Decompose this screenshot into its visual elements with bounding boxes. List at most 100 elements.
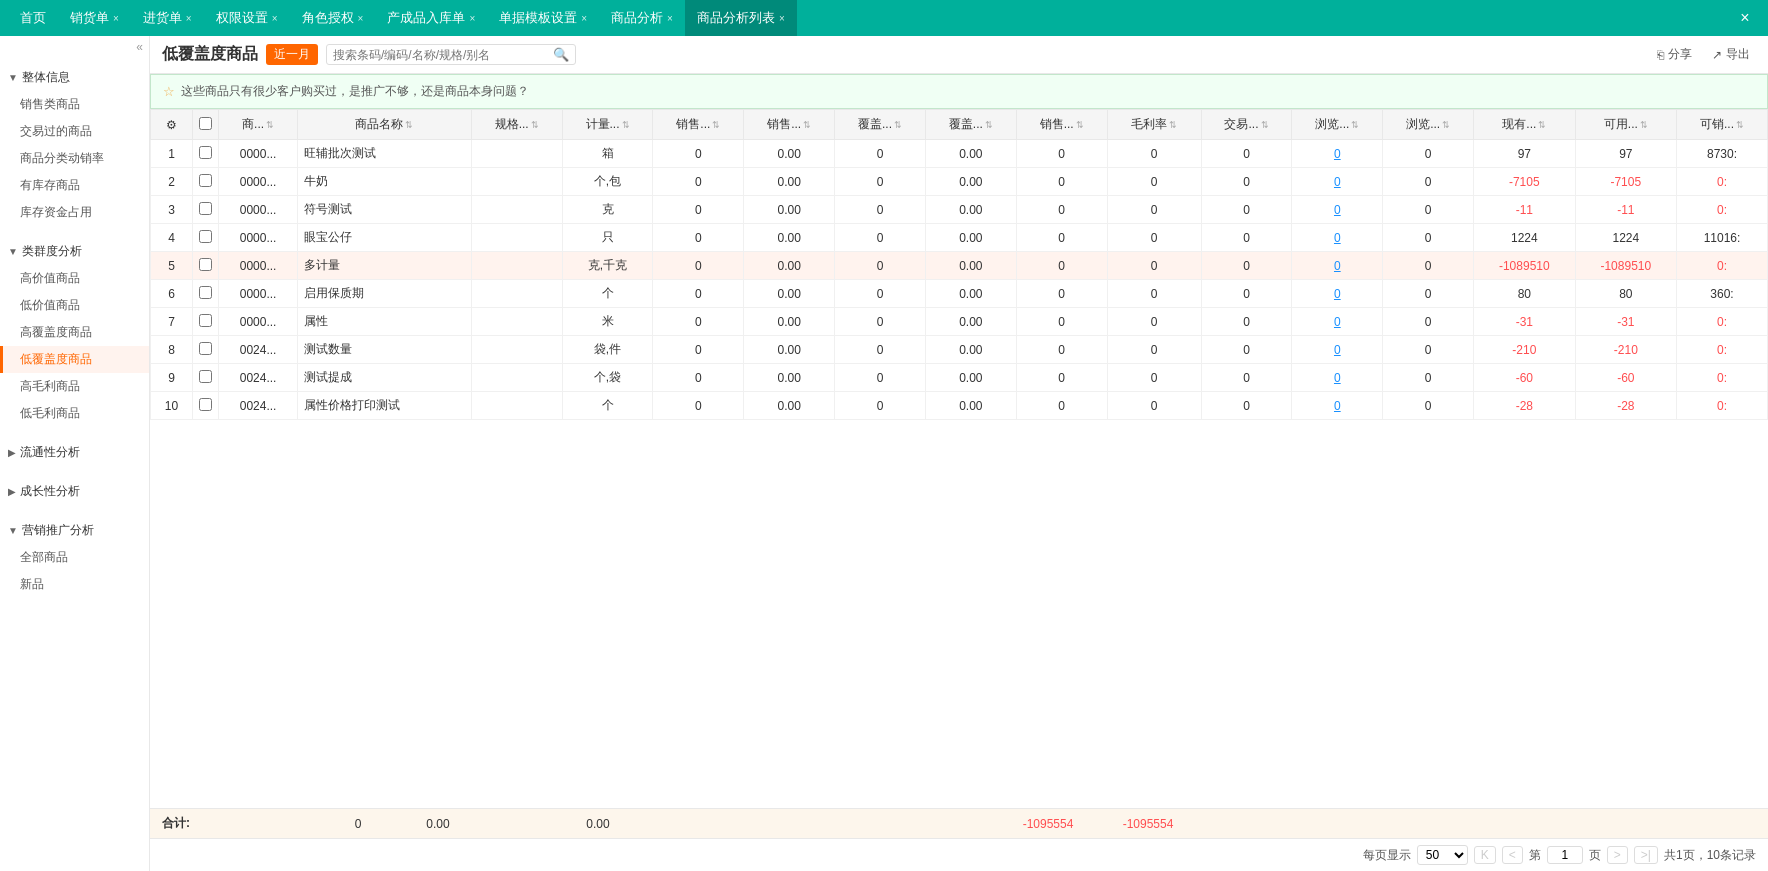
- sidebar-item-new-goods[interactable]: 新品: [0, 571, 149, 598]
- nav-close-analysis-list[interactable]: ×: [779, 13, 785, 24]
- col-coverage2[interactable]: 覆盖...⇅: [925, 110, 1016, 140]
- col-sales-other[interactable]: 销售...⇅: [1016, 110, 1107, 140]
- table-row: 100024...属性价格打印测试个00.0000.0000000-28-280…: [151, 392, 1768, 420]
- table-row: 50000...多计量克,千克00.0000.0000000-1089510-1…: [151, 252, 1768, 280]
- sidebar-collapse-button[interactable]: «: [0, 36, 149, 58]
- sidebar-group-category[interactable]: ▼ 类群度分析: [0, 238, 149, 265]
- nav-close-purchase[interactable]: ×: [186, 13, 192, 24]
- sidebar-item-sales-goods[interactable]: 销售类商品: [0, 91, 149, 118]
- nav-permission-settings[interactable]: 权限设置 ×: [204, 0, 290, 36]
- nav-product-analysis[interactable]: 商品分析 ×: [599, 0, 685, 36]
- col-spec[interactable]: 规格...⇅: [471, 110, 562, 140]
- col-checkbox: [192, 110, 218, 140]
- nav-purchase-order[interactable]: 进货单 ×: [131, 0, 204, 36]
- collapse-icon: «: [136, 40, 143, 54]
- share-icon: ⎗: [1657, 48, 1664, 62]
- col-sales-amount[interactable]: 销售...⇅: [744, 110, 835, 140]
- footer-sales-count: 0: [318, 817, 398, 831]
- main-area: « ▼ 整体信息 销售类商品 交易过的商品 商品分类动销率 有库存商品 库存资金…: [0, 36, 1768, 871]
- search-icon: 🔍: [553, 47, 569, 62]
- col-gross-margin[interactable]: 毛利率⇅: [1107, 110, 1201, 140]
- sidebar-item-high-margin[interactable]: 高毛利商品: [0, 373, 149, 400]
- nav-close-analysis[interactable]: ×: [667, 13, 673, 24]
- sidebar-item-traded-goods[interactable]: 交易过的商品: [0, 118, 149, 145]
- col-browse2[interactable]: 浏览...⇅: [1383, 110, 1474, 140]
- select-all-checkbox[interactable]: [199, 117, 212, 130]
- prev-page-button[interactable]: <: [1502, 846, 1523, 864]
- search-input[interactable]: [333, 48, 553, 62]
- nav-home[interactable]: 首页: [8, 0, 58, 36]
- col-unit[interactable]: 计量...⇅: [562, 110, 653, 140]
- col-transaction[interactable]: 交易...⇅: [1201, 110, 1292, 140]
- page-title: 低覆盖度商品: [162, 44, 258, 65]
- export-icon: ↗: [1712, 48, 1722, 62]
- nav-product-inbound[interactable]: 产成品入库单 ×: [375, 0, 487, 36]
- footer-stock-available: -1095554: [1098, 817, 1198, 831]
- info-banner: ☆ 这些商品只有很少客户购买过，是推广不够，还是商品本身问题？: [150, 74, 1768, 109]
- export-button[interactable]: ↗ 导出: [1706, 44, 1756, 65]
- col-name[interactable]: 商品名称⇅: [298, 110, 472, 140]
- sidebar-item-low-margin[interactable]: 低毛利商品: [0, 400, 149, 427]
- data-table: ⚙ 商...⇅ 商品名称⇅ 规格...⇅ 计量...⇅ 销售...⇅ 销售...…: [150, 109, 1768, 420]
- sidebar-section-marketing: ▼ 营销推广分析 全部商品 新品: [0, 511, 149, 604]
- arrow-icon-marketing: ▼: [8, 525, 18, 536]
- sidebar-section-growth: ▶ 成长性分析: [0, 472, 149, 511]
- content-header: 低覆盖度商品 近一月 🔍 ⎗ 分享 ↗ 导出: [150, 36, 1768, 74]
- col-settings[interactable]: ⚙: [151, 110, 193, 140]
- page-label: 页: [1589, 847, 1601, 864]
- table-wrapper[interactable]: ⚙ 商...⇅ 商品名称⇅ 规格...⇅ 计量...⇅ 销售...⇅ 销售...…: [150, 109, 1768, 808]
- footer-stock-current: -1095554: [998, 817, 1098, 831]
- table-header-row: ⚙ 商...⇅ 商品名称⇅ 规格...⇅ 计量...⇅ 销售...⇅ 销售...…: [151, 110, 1768, 140]
- footer-spacer2: [718, 817, 998, 831]
- nav-close-role[interactable]: ×: [358, 13, 364, 24]
- nav-close-permission[interactable]: ×: [272, 13, 278, 24]
- table-row: 30000...符号测试克00.0000.0000000-11-110:: [151, 196, 1768, 224]
- footer-sales-other: [638, 817, 718, 831]
- share-button[interactable]: ⎗ 分享: [1651, 44, 1698, 65]
- time-filter-button[interactable]: 近一月: [266, 44, 318, 65]
- sidebar-item-all-goods[interactable]: 全部商品: [0, 544, 149, 571]
- first-page-button[interactable]: K: [1474, 846, 1496, 864]
- sidebar-item-stocked-goods[interactable]: 有库存商品: [0, 172, 149, 199]
- table-row: 10000...旺辅批次测试箱00.0000.000000097978730:: [151, 140, 1768, 168]
- sidebar-group-growth[interactable]: ▶ 成长性分析: [0, 478, 149, 505]
- footer-coverage2: 0.00: [558, 817, 638, 831]
- nav-close-sales[interactable]: ×: [113, 13, 119, 24]
- footer-sales-amount: 0.00: [398, 817, 478, 831]
- nav-close-template[interactable]: ×: [581, 13, 587, 24]
- col-stock-current[interactable]: 现有...⇅: [1474, 110, 1576, 140]
- sidebar-section-category-analysis: ▼ 类群度分析 高价值商品 低价值商品 高覆盖度商品 低覆盖度商品 高毛利商品 …: [0, 232, 149, 433]
- col-browse1[interactable]: 浏览...⇅: [1292, 110, 1383, 140]
- sidebar-item-category-rate[interactable]: 商品分类动销率: [0, 145, 149, 172]
- col-sales-count[interactable]: 销售...⇅: [653, 110, 744, 140]
- header-actions: ⎗ 分享 ↗ 导出: [1651, 44, 1756, 65]
- search-box: 🔍: [326, 44, 576, 65]
- footer-totals: 合计: 0 0.00 0.00 -1095554 -1095554: [150, 808, 1768, 838]
- sidebar-item-low-value[interactable]: 低价值商品: [0, 292, 149, 319]
- sidebar-item-high-value[interactable]: 高价值商品: [0, 265, 149, 292]
- nav-template-settings[interactable]: 单据模板设置 ×: [487, 0, 599, 36]
- col-coverage1[interactable]: 覆盖...⇅: [835, 110, 926, 140]
- table-row: 70000...属性米00.0000.0000000-31-310:: [151, 308, 1768, 336]
- col-stock-available[interactable]: 可用...⇅: [1575, 110, 1677, 140]
- arrow-icon-circulation: ▶: [8, 447, 16, 458]
- page-number-input[interactable]: [1547, 846, 1583, 864]
- nav-close-product-inbound[interactable]: ×: [469, 13, 475, 24]
- window-close-button[interactable]: ×: [1730, 0, 1760, 36]
- sidebar-group-overall[interactable]: ▼ 整体信息: [0, 64, 149, 91]
- page-size-select[interactable]: 50 100 200: [1417, 845, 1468, 865]
- col-sellable[interactable]: 可销...⇅: [1677, 110, 1768, 140]
- nav-sales-order[interactable]: 销货单 ×: [58, 0, 131, 36]
- content-area: 低覆盖度商品 近一月 🔍 ⎗ 分享 ↗ 导出 ☆ 这些商品只有很少客户购买过，是…: [150, 36, 1768, 871]
- nav-product-analysis-list[interactable]: 商品分析列表 ×: [685, 0, 797, 36]
- sidebar-item-low-coverage[interactable]: 低覆盖度商品: [0, 346, 149, 373]
- col-code[interactable]: 商...⇅: [218, 110, 297, 140]
- next-page-button[interactable]: >: [1607, 846, 1628, 864]
- page-label-pre: 第: [1529, 847, 1541, 864]
- sidebar-item-high-coverage[interactable]: 高覆盖度商品: [0, 319, 149, 346]
- sidebar-group-circulation[interactable]: ▶ 流通性分析: [0, 439, 149, 466]
- sidebar-item-inventory-funds[interactable]: 库存资金占用: [0, 199, 149, 226]
- last-page-button[interactable]: >|: [1634, 846, 1658, 864]
- nav-role-auth[interactable]: 角色授权 ×: [290, 0, 376, 36]
- sidebar-group-marketing[interactable]: ▼ 营销推广分析: [0, 517, 149, 544]
